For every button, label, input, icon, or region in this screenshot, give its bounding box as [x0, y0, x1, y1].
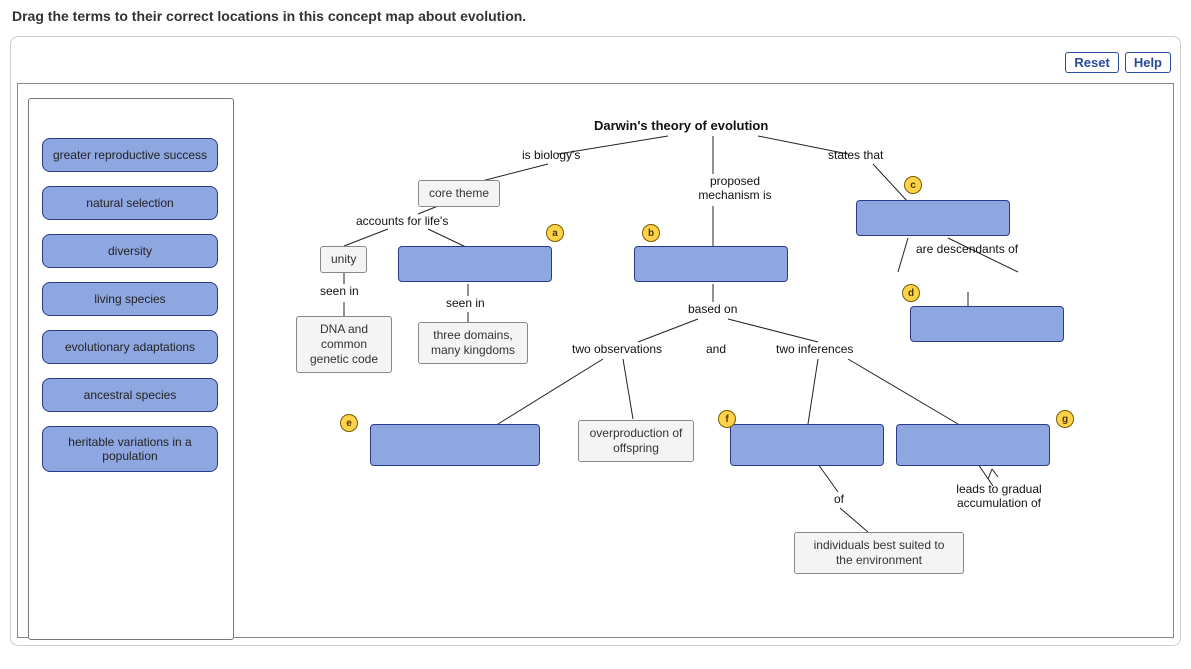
label-and: and [706, 342, 726, 356]
term-natural-selection[interactable]: natural selection [42, 186, 218, 220]
term-ancestral-species[interactable]: ancestral species [42, 378, 218, 412]
label-two-inferences: two inferences [776, 342, 853, 356]
badge-e: e [340, 414, 358, 432]
node-unity: unity [320, 246, 367, 273]
label-of: of [834, 492, 844, 506]
node-dna: DNA and common genetic code [296, 316, 392, 373]
label-is-biologys: is biology's [522, 148, 580, 162]
node-overproduction: overproduction of offspring [578, 420, 694, 462]
toolbar: Reset Help [1065, 52, 1171, 73]
node-three-domains: three domains, many kingdoms [418, 322, 528, 364]
drop-slot-f[interactable] [730, 424, 884, 466]
instruction-text: Drag the terms to their correct location… [0, 0, 1191, 32]
drop-slot-e[interactable] [370, 424, 540, 466]
term-heritable-variations[interactable]: heritable variations in a population [42, 426, 218, 472]
help-button[interactable]: Help [1125, 52, 1171, 73]
badge-b: b [642, 224, 660, 242]
label-seen-in-mid: seen in [446, 296, 485, 310]
term-bank: greater reproductive success natural sel… [42, 138, 218, 472]
label-states-that: states that [828, 148, 883, 162]
label-seen-in-left: seen in [320, 284, 359, 298]
label-two-observations: two observations [572, 342, 662, 356]
exercise-frame: Reset Help greater reproductive success … [10, 36, 1181, 646]
drop-slot-c[interactable] [856, 200, 1010, 236]
title-darwin: Darwin's theory of evolution [594, 118, 768, 133]
badge-f: f [718, 410, 736, 428]
badge-g: g [1056, 410, 1074, 428]
drop-slot-g[interactable] [896, 424, 1050, 466]
term-living-species[interactable]: living species [42, 282, 218, 316]
term-greater-reproductive-success[interactable]: greater reproductive success [42, 138, 218, 172]
term-evolutionary-adaptations[interactable]: evolutionary adaptations [42, 330, 218, 364]
drop-slot-a[interactable] [398, 246, 552, 282]
badge-a: a [546, 224, 564, 242]
label-leads-to: leads to gradual accumulation of [934, 482, 1064, 510]
label-based-on: based on [688, 302, 737, 316]
badge-d: d [902, 284, 920, 302]
drop-slot-b[interactable] [634, 246, 788, 282]
reset-button[interactable]: Reset [1065, 52, 1118, 73]
label-accounts-for: accounts for life's [356, 214, 448, 228]
drop-slot-d[interactable] [910, 306, 1064, 342]
label-proposed-mechanism: proposed mechanism is [690, 174, 780, 202]
term-diversity[interactable]: diversity [42, 234, 218, 268]
canvas: Reset Help greater reproductive success … [17, 83, 1174, 638]
node-core-theme: core theme [418, 180, 500, 207]
badge-c: c [904, 176, 922, 194]
node-best-suited: individuals best suited to the environme… [794, 532, 964, 574]
label-are-descendants: are descendants of [916, 242, 1018, 256]
